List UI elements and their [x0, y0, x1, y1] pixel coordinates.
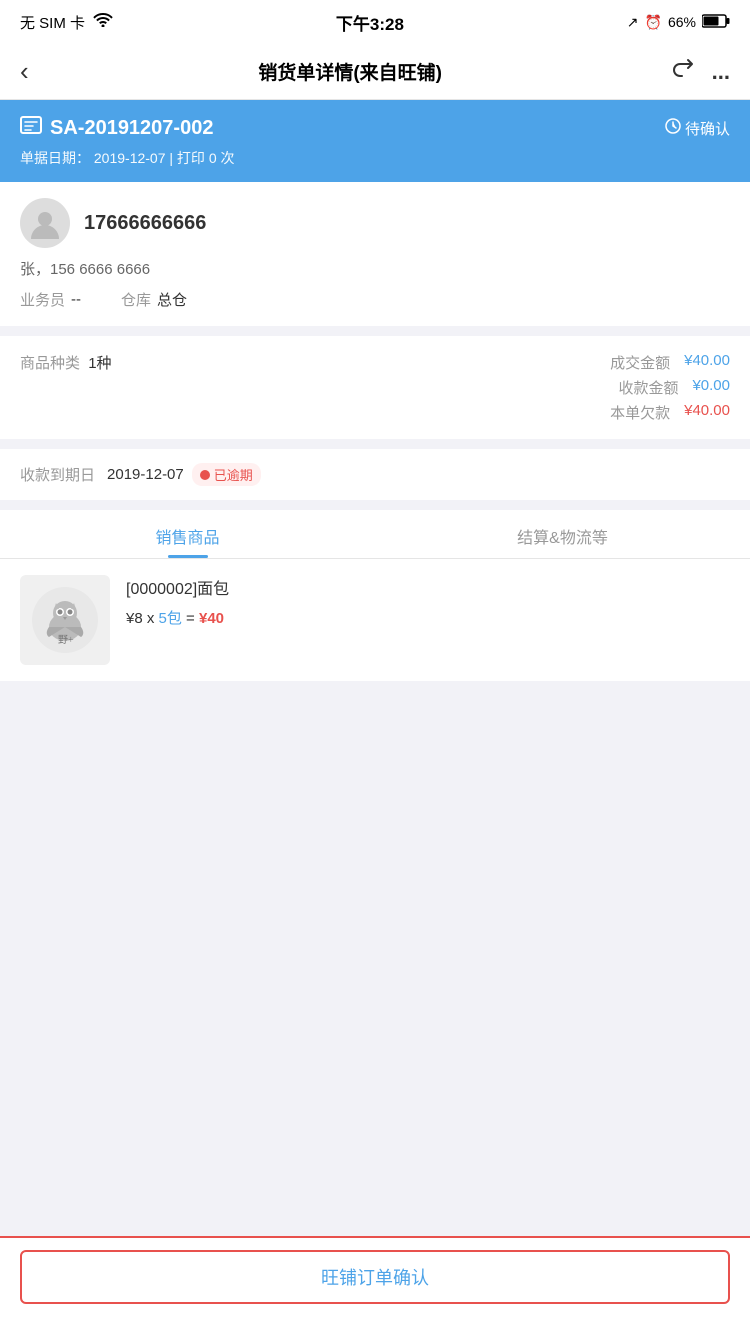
content-area	[0, 691, 750, 891]
warehouse-info: 仓库 总仓	[121, 289, 187, 310]
warehouse-value: 总仓	[157, 289, 187, 310]
tab-settlement-logistics[interactable]: 结算&物流等	[375, 510, 750, 558]
wifi-icon	[93, 13, 113, 31]
warehouse-label: 仓库	[121, 289, 151, 310]
summary-card: 商品种类 1种 成交金额 ¥40.00 收款金额 ¥0.00 本单欠款 ¥40.…	[0, 336, 750, 439]
order-doc-icon	[20, 116, 42, 140]
status-right: ↗ ⏰ 66%	[627, 14, 730, 31]
received-amount-label: 收款金额	[618, 377, 678, 398]
clock-icon	[665, 118, 681, 138]
status-time: 下午3:28	[336, 10, 404, 35]
due-date-value: 2019-12-07	[107, 466, 184, 483]
location-icon: ↗	[627, 14, 639, 31]
tabs: 销售商品 结算&物流等	[0, 510, 750, 558]
carrier-text: 无 SIM 卡	[20, 12, 85, 33]
quantity: 5包	[159, 610, 182, 627]
product-types-label: 商品种类	[20, 355, 80, 372]
confirm-button-label: 旺铺订单确认	[321, 1264, 429, 1290]
share-icon[interactable]	[672, 58, 694, 86]
debt-amount-value: ¥40.00	[684, 402, 730, 423]
overdue-badge: 已逾期	[192, 463, 261, 486]
overdue-text: 已逾期	[214, 465, 253, 484]
product-image: 野+	[20, 575, 110, 665]
status-left: 无 SIM 卡	[20, 12, 113, 33]
product-card: 野+ [0000002]面包 ¥8 x 5包 = ¥40	[0, 559, 750, 681]
alarm-icon: ⏰	[645, 14, 662, 31]
battery-icon	[702, 14, 730, 31]
avatar	[20, 198, 70, 248]
product-name: [0000002]面包	[126, 575, 730, 599]
back-button[interactable]: ‹	[20, 56, 29, 87]
customer-card: 17666666666 张，156 6666 6666 业务员 -- 仓库 总仓	[0, 182, 750, 326]
status-bar: 无 SIM 卡 下午3:28 ↗ ⏰ 66%	[0, 0, 750, 44]
salesman-label: 业务员	[20, 289, 65, 310]
transaction-amount-label: 成交金额	[610, 352, 670, 373]
confirm-order-button[interactable]: 旺铺订单确认	[20, 1250, 730, 1304]
product-info: [0000002]面包 ¥8 x 5包 = ¥40	[126, 575, 730, 628]
svg-text:野+: 野+	[58, 634, 74, 646]
tab-sales-products[interactable]: 销售商品	[0, 510, 375, 558]
product-price: ¥8 x 5包 = ¥40	[126, 607, 730, 628]
amounts: 成交金额 ¥40.00 收款金额 ¥0.00 本单欠款 ¥40.00	[610, 352, 730, 423]
nav-bar: ‹ 销货单详情(来自旺铺) ...	[0, 44, 750, 100]
bottom-bar: 旺铺订单确认	[0, 1236, 750, 1334]
product-types-value: 1种	[88, 355, 111, 372]
order-status: 待确认	[665, 118, 730, 139]
order-date: 单据日期： 2019-12-07 | 打印 0 次	[20, 148, 730, 168]
due-date-label: 收款到期日	[20, 464, 95, 485]
salesman-value: --	[71, 291, 81, 308]
customer-phone: 17666666666	[84, 212, 206, 235]
tabs-container: 销售商品 结算&物流等	[0, 510, 750, 559]
salesman-info: 业务员 --	[20, 289, 81, 310]
product-types: 商品种类 1种	[20, 352, 112, 373]
order-id: SA-20191207-002	[20, 116, 213, 140]
page-title: 销货单详情(来自旺铺)	[258, 58, 442, 85]
multiply-sign: x	[147, 610, 159, 627]
received-amount-value: ¥0.00	[692, 377, 730, 398]
price-total: ¥40	[199, 610, 224, 627]
battery-text: 66%	[668, 14, 696, 30]
order-header: SA-20191207-002 待确认 单据日期： 2019-12-07 | 打…	[0, 100, 750, 182]
overdue-dot-icon	[200, 470, 210, 480]
equals-sign: =	[186, 610, 199, 627]
more-icon[interactable]: ...	[712, 59, 730, 85]
transaction-amount-value: ¥40.00	[684, 352, 730, 373]
customer-meta: 业务员 -- 仓库 总仓	[20, 289, 730, 310]
due-date-card: 收款到期日 2019-12-07 已逾期	[0, 449, 750, 500]
nav-actions: ...	[672, 58, 730, 86]
debt-amount-label: 本单欠款	[610, 402, 670, 423]
price-unit: ¥8	[126, 610, 143, 627]
customer-name: 张，156 6666 6666	[20, 258, 730, 279]
